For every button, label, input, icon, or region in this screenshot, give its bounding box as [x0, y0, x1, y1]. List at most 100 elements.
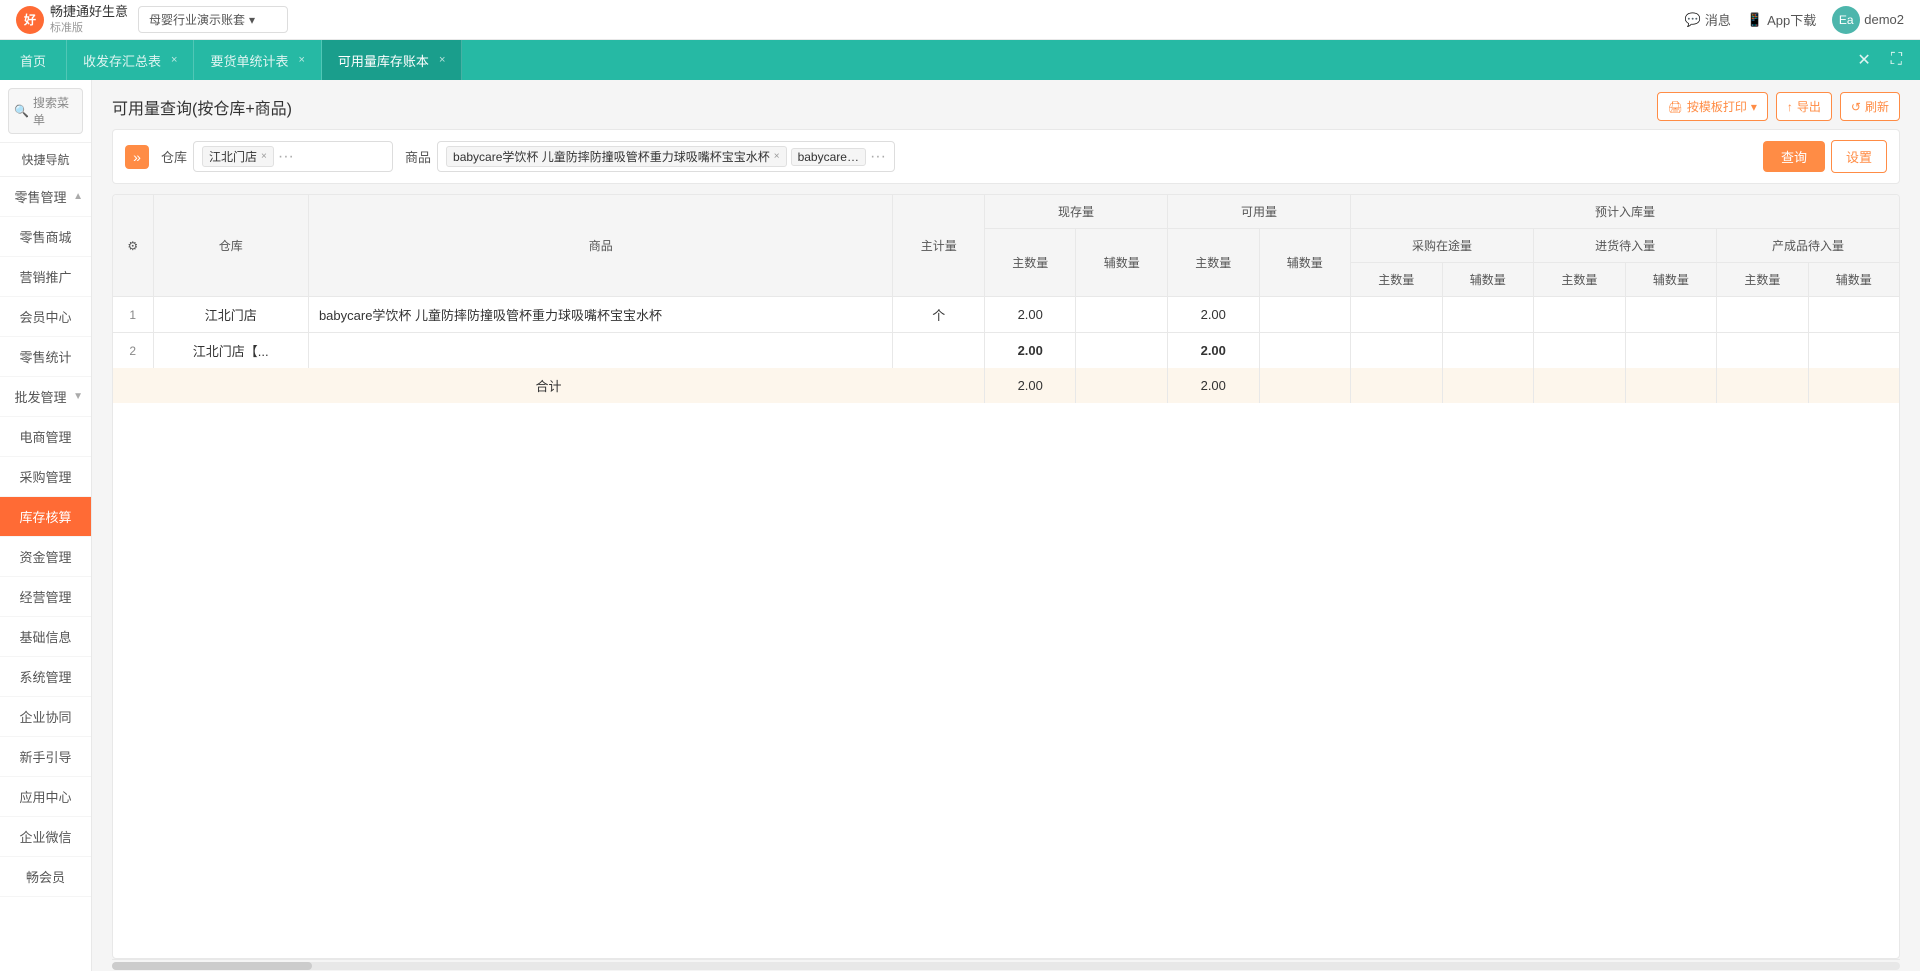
warehouse-more-icon[interactable]: ···	[278, 148, 294, 166]
footer-avail-main: 2.00	[1168, 368, 1260, 403]
row-2-pur-pending-main	[1534, 333, 1626, 369]
row-2-pur-transit-aux	[1442, 333, 1534, 369]
logo-sub: 标准版	[50, 19, 128, 35]
scrollbar-thumb[interactable]	[112, 962, 312, 970]
sidebar-item-member-center[interactable]: 会员中心	[0, 297, 91, 337]
sidebar-item-app-center[interactable]: 应用中心	[0, 777, 91, 817]
th-prod-pending-group: 产成品待入量	[1717, 229, 1899, 263]
row-1-stock-aux	[1076, 297, 1168, 333]
user-menu[interactable]: Ea demo2	[1832, 6, 1904, 34]
filter-bar: » 仓库 江北门店 × ··· 商品 babycare学饮杯 儿童防摔防撞吸管杯…	[112, 129, 1900, 184]
search-icon: 🔍	[14, 104, 29, 118]
sidebar-item-system-mgmt[interactable]: 系统管理	[0, 657, 91, 697]
main-layout: 🔍 搜索菜单 快捷导航 零售管理 ▲ 零售商城 营销推广 会员中心 零售统计 批…	[0, 80, 1920, 971]
sidebar-item-marketing[interactable]: 营销推广	[0, 257, 91, 297]
close-all-tabs-button[interactable]: ✕	[1851, 48, 1876, 72]
footer-stock-aux	[1076, 368, 1168, 403]
app-download-button[interactable]: 📱 App下载	[1747, 10, 1816, 29]
expand-icon: »	[133, 149, 141, 165]
user-name: demo2	[1864, 12, 1904, 27]
sidebar-search-button[interactable]: 🔍 搜索菜单	[8, 88, 83, 134]
product-more-icon[interactable]: ···	[870, 148, 886, 166]
tab-purchase-stats-close[interactable]: ×	[298, 54, 304, 66]
refresh-icon: ↺	[1851, 100, 1861, 114]
message-icon: 💬	[1685, 12, 1701, 28]
warehouse-tag-close[interactable]: ×	[261, 151, 267, 162]
product-filter-field: 商品 babycare学饮杯 儿童防摔防撞吸管杯重力球吸嘴杯宝宝水杯 × bab…	[405, 141, 895, 172]
row-1-pur-pending-main	[1534, 297, 1626, 333]
tab-purchase-stats[interactable]: 要货单统计表 ×	[194, 40, 321, 80]
footer-pur-pending-main	[1534, 368, 1626, 403]
sidebar-item-vip-member[interactable]: 畅会员	[0, 857, 91, 897]
sidebar-search: 🔍 搜索菜单	[0, 80, 91, 143]
sidebar-item-retail-mall[interactable]: 零售商城	[0, 217, 91, 257]
avatar: Ea	[1832, 6, 1860, 34]
tab-available-stock-close[interactable]: ×	[439, 54, 445, 66]
sidebar-item-inventory-accounting[interactable]: 库存核算	[0, 497, 91, 537]
tab-collection-summary[interactable]: 收发存汇总表 ×	[67, 40, 194, 80]
tab-available-stock-label: 可用量库存账本	[338, 51, 429, 70]
row-2-product	[308, 333, 893, 369]
logo-icon: 好	[16, 6, 44, 34]
sidebar-item-enterprise-wechat[interactable]: 企业微信	[0, 817, 91, 857]
sidebar-item-retail-mgmt[interactable]: 零售管理 ▲	[0, 177, 91, 217]
th-unit: 主计量	[893, 195, 985, 297]
nav-right-icons: ✕ ⛶	[1851, 48, 1920, 72]
refresh-button[interactable]: ↺ 刷新	[1840, 92, 1900, 121]
sidebar-quick-nav[interactable]: 快捷导航	[0, 143, 91, 177]
export-icon: ↑	[1787, 100, 1793, 114]
scrollbar-area	[112, 959, 1900, 971]
table-row: 1 江北门店 babycare学饮杯 儿童防摔防撞吸管杯重力球吸嘴杯宝宝水杯 个…	[113, 297, 1899, 333]
app-download-label: App下载	[1767, 10, 1816, 29]
sidebar-item-enterprise-collab-label: 企业协同	[8, 707, 83, 726]
product-tag1-close[interactable]: ×	[774, 151, 780, 162]
sidebar-item-member-center-label: 会员中心	[8, 307, 83, 326]
export-button[interactable]: ↑ 导出	[1776, 92, 1832, 121]
sidebar-item-new-guide[interactable]: 新手引导	[0, 737, 91, 777]
sidebar-item-purchase-mgmt[interactable]: 采购管理	[0, 457, 91, 497]
sidebar-item-basic-info[interactable]: 基础信息	[0, 617, 91, 657]
sidebar-item-retail-stats-label: 零售统计	[8, 347, 83, 366]
footer-pur-transit-aux	[1442, 368, 1534, 403]
th-avail-main: 主数量	[1168, 229, 1260, 297]
row-1-pur-pending-aux	[1625, 297, 1717, 333]
message-button[interactable]: 💬 消息	[1685, 10, 1731, 29]
warehouse-filter-input[interactable]: 江北门店 × ···	[193, 141, 393, 172]
product-filter-input[interactable]: babycare学饮杯 儿童防摔防撞吸管杯重力球吸嘴杯宝宝水杯 × babyca…	[437, 141, 895, 172]
sidebar-item-enterprise-collab[interactable]: 企业协同	[0, 697, 91, 737]
expand-window-button[interactable]: ⛶	[1885, 49, 1908, 71]
filter-expand-button[interactable]: »	[125, 145, 149, 169]
sidebar-item-operations-mgmt-label: 经营管理	[8, 587, 83, 606]
sidebar-item-ecommerce-mgmt[interactable]: 电商管理	[0, 417, 91, 457]
sidebar-item-finance-mgmt[interactable]: 资金管理	[0, 537, 91, 577]
row-2-prod-pending-main	[1717, 333, 1809, 369]
th-settings[interactable]: ⚙	[113, 195, 153, 297]
table-footer-row: 合计 2.00 2.00	[113, 368, 1899, 403]
footer-pur-transit-main	[1351, 368, 1443, 403]
footer-avail-aux	[1259, 368, 1351, 403]
row-1-prod-pending-main	[1717, 297, 1809, 333]
setting-button[interactable]: 设置	[1831, 140, 1887, 173]
product-filter-label: 商品	[405, 147, 431, 166]
sidebar-item-wholesale-mgmt[interactable]: 批发管理 ▼	[0, 377, 91, 417]
warehouse-filter-label: 仓库	[161, 147, 187, 166]
sidebar-item-system-mgmt-label: 系统管理	[8, 667, 83, 686]
industry-selector[interactable]: 母婴行业演示账套 ▾	[138, 6, 288, 33]
sidebar-item-vip-member-label: 畅会员	[8, 867, 83, 886]
query-button[interactable]: 查询	[1763, 141, 1825, 172]
sidebar-item-operations-mgmt[interactable]: 经营管理	[0, 577, 91, 617]
th-product: 商品	[308, 195, 893, 297]
footer-prod-pending-aux	[1808, 368, 1899, 403]
tab-available-stock[interactable]: 可用量库存账本 ×	[322, 40, 462, 80]
tab-home[interactable]: 首页	[0, 40, 67, 80]
tab-collection-summary-label: 收发存汇总表	[83, 51, 161, 70]
app-download-icon: 📱	[1747, 12, 1763, 28]
print-button[interactable]: 🖨 按模板打印 ▾	[1657, 92, 1768, 121]
tab-collection-summary-close[interactable]: ×	[171, 54, 177, 66]
scrollbar-track	[112, 962, 1900, 970]
sidebar-item-retail-stats[interactable]: 零售统计	[0, 337, 91, 377]
nav-tabs-bar: 首页 收发存汇总表 × 要货单统计表 × 可用量库存账本 × ✕ ⛶	[0, 40, 1920, 80]
sidebar-item-marketing-label: 营销推广	[8, 267, 83, 286]
th-pur-pending-main: 主数量	[1534, 263, 1626, 297]
logo-text: 畅捷通好生意	[50, 4, 128, 20]
